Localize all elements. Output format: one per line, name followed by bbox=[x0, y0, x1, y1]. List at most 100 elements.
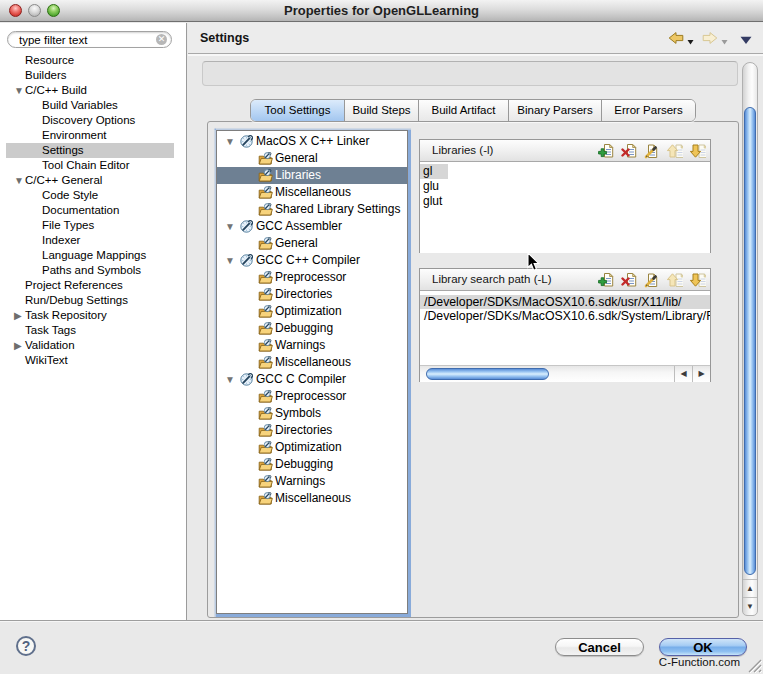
sidebar-item-c-c-build[interactable]: ▼C/C++ Build bbox=[6, 83, 174, 98]
view-menu-icon[interactable] bbox=[740, 31, 752, 49]
horizontal-scrollbar-thumb[interactable] bbox=[426, 368, 549, 380]
sidebar-item-discovery-options[interactable]: Discovery Options bbox=[6, 113, 174, 128]
tool-tree-item-preprocessor[interactable]: Preprocessor bbox=[217, 388, 407, 405]
sidebar-item-run-debug-settings[interactable]: Run/Debug Settings bbox=[6, 293, 174, 308]
move-up-icon[interactable] bbox=[667, 272, 683, 288]
tool-tree-item-general[interactable]: General bbox=[217, 150, 407, 167]
tool-tree-item-optimization[interactable]: Optimization bbox=[217, 303, 407, 320]
edit-icon[interactable] bbox=[644, 143, 660, 159]
footer: ? Cancel OK C-Function.com bbox=[0, 622, 763, 674]
scroll-down-button[interactable]: ▼ bbox=[743, 597, 757, 615]
tool-tree-item-optimization[interactable]: Optimization bbox=[217, 439, 407, 456]
expanded-twistie-icon[interactable]: ▼ bbox=[14, 173, 24, 188]
sidebar-item-project-references[interactable]: Project References bbox=[6, 278, 174, 293]
sidebar-item-settings[interactable]: Settings bbox=[6, 143, 174, 158]
library-item-glut[interactable]: glut bbox=[420, 194, 710, 209]
edit-icon[interactable] bbox=[644, 272, 660, 288]
tool-tree-item-debugging[interactable]: Debugging bbox=[217, 456, 407, 473]
cancel-button[interactable]: Cancel bbox=[555, 638, 644, 656]
tab-tool-settings[interactable]: Tool Settings bbox=[251, 100, 345, 121]
add-icon[interactable] bbox=[598, 143, 614, 159]
delete-icon[interactable] bbox=[621, 272, 637, 288]
forward-arrow-icon[interactable] bbox=[702, 31, 718, 49]
tab-error-parsers[interactable]: Error Parsers bbox=[602, 100, 695, 121]
tool-tree-item-gcc-c-compiler[interactable]: ▼ GCC C Compiler bbox=[217, 371, 407, 388]
category-folder-icon bbox=[258, 152, 273, 165]
resize-grip[interactable] bbox=[746, 657, 762, 673]
tool-tree-item-libraries[interactable]: Libraries bbox=[217, 167, 407, 184]
sidebar-item-wikitext[interactable]: WikiText bbox=[6, 353, 174, 368]
scroll-right-button[interactable]: ▶ bbox=[692, 366, 710, 382]
sidebar-item-validation[interactable]: ▶Validation bbox=[6, 338, 174, 353]
tool-tree-item-shared-library-settings[interactable]: Shared Library Settings bbox=[217, 201, 407, 218]
tab-build-steps[interactable]: Build Steps bbox=[345, 100, 419, 121]
sidebar-item-indexer[interactable]: Indexer bbox=[6, 233, 174, 248]
collapsed-twistie-icon[interactable]: ▶ bbox=[14, 308, 24, 323]
move-up-icon[interactable] bbox=[667, 143, 683, 159]
sidebar-item-resource[interactable]: Resource bbox=[6, 53, 174, 68]
category-folder-icon bbox=[258, 475, 273, 488]
add-icon[interactable] bbox=[598, 272, 614, 288]
expanded-twistie-icon[interactable]: ▼ bbox=[225, 252, 235, 269]
tool-tree-item-gcc-c-compiler[interactable]: ▼ GCC C++ Compiler bbox=[217, 252, 407, 269]
library-item-gl[interactable]: gl bbox=[420, 164, 710, 179]
sidebar-item-file-types[interactable]: File Types bbox=[6, 218, 174, 233]
filter-input[interactable]: type filter text ✕ bbox=[7, 31, 172, 48]
tool-tree-item-general[interactable]: General bbox=[217, 235, 407, 252]
tool-tree-item-preprocessor[interactable]: Preprocessor bbox=[217, 269, 407, 286]
category-folder-icon bbox=[258, 492, 273, 505]
sidebar-item-task-repository[interactable]: ▶Task Repository bbox=[6, 308, 174, 323]
tool-tree-item-gcc-assembler[interactable]: ▼ GCC Assembler bbox=[217, 218, 407, 235]
help-button[interactable]: ? bbox=[16, 636, 36, 656]
tab-build-artifact[interactable]: Build Artifact bbox=[419, 100, 509, 121]
sidebar-item-c-c-general[interactable]: ▼C/C++ General bbox=[6, 173, 174, 188]
tool-tree-item-miscellaneous[interactable]: Miscellaneous bbox=[217, 184, 407, 201]
ok-button[interactable]: OK bbox=[659, 638, 747, 656]
sidebar-item-builders[interactable]: Builders bbox=[6, 68, 174, 83]
search-path-item[interactable]: /Developer/SDKs/MacOSX10.6.sdk/usr/X11/l… bbox=[420, 295, 710, 309]
tool-tree-item-label: Debugging bbox=[275, 320, 333, 337]
forward-menu-icon[interactable] bbox=[721, 31, 728, 49]
sidebar-item-tool-chain-editor[interactable]: Tool Chain Editor bbox=[6, 158, 174, 173]
library-item-glu[interactable]: glu bbox=[420, 179, 710, 194]
sidebar-item-build-variables[interactable]: Build Variables bbox=[6, 98, 174, 113]
tool-tree-item-label: Preprocessor bbox=[275, 388, 346, 405]
expanded-twistie-icon[interactable]: ▼ bbox=[225, 133, 235, 150]
sidebar-item-environment[interactable]: Environment bbox=[6, 128, 174, 143]
tool-tree-item-symbols[interactable]: Symbols bbox=[217, 405, 407, 422]
expanded-twistie-icon[interactable]: ▼ bbox=[14, 83, 24, 98]
tool-tree-item-directories[interactable]: Directories bbox=[217, 286, 407, 303]
titlebar[interactable]: Properties for OpenGLLearning bbox=[0, 0, 763, 22]
vertical-scrollbar-thumb[interactable] bbox=[744, 107, 756, 575]
tool-tree-item-warnings[interactable]: Warnings bbox=[217, 337, 407, 354]
sidebar-item-paths-and-symbols[interactable]: Paths and Symbols bbox=[6, 263, 174, 278]
category-folder-icon bbox=[258, 407, 273, 420]
scroll-left-button[interactable]: ◀ bbox=[674, 366, 692, 382]
sidebar-item-code-style[interactable]: Code Style bbox=[6, 188, 174, 203]
clear-filter-icon[interactable]: ✕ bbox=[156, 34, 167, 45]
tool-tree-item-directories[interactable]: Directories bbox=[217, 422, 407, 439]
tool-tree-item-warnings[interactable]: Warnings bbox=[217, 473, 407, 490]
search-path-item[interactable]: /Developer/SDKs/MacOSX10.6.sdk/System/Li… bbox=[420, 309, 710, 323]
tool-tree-item-miscellaneous[interactable]: Miscellaneous bbox=[217, 354, 407, 371]
expanded-twistie-icon[interactable]: ▼ bbox=[225, 371, 235, 388]
sidebar-item-documentation[interactable]: Documentation bbox=[6, 203, 174, 218]
tab-binary-parsers[interactable]: Binary Parsers bbox=[509, 100, 602, 121]
expanded-twistie-icon[interactable]: ▼ bbox=[225, 218, 235, 235]
tool-tree-item-label: GCC Assembler bbox=[256, 218, 342, 235]
sidebar-item-task-tags[interactable]: Task Tags bbox=[6, 323, 174, 338]
back-arrow-icon[interactable] bbox=[668, 31, 684, 49]
vertical-scrollbar[interactable]: ▲ ▼ bbox=[742, 62, 758, 616]
tool-tree-item-macos-x-c-linker[interactable]: ▼ MacOS X C++ Linker bbox=[217, 133, 407, 150]
sidebar-item-language-mappings[interactable]: Language Mappings bbox=[6, 248, 174, 263]
collapsed-twistie-icon[interactable]: ▶ bbox=[14, 338, 24, 353]
move-down-icon[interactable] bbox=[690, 143, 706, 159]
move-down-icon[interactable] bbox=[690, 272, 706, 288]
tool-tree-item-debugging[interactable]: Debugging bbox=[217, 320, 407, 337]
horizontal-scrollbar[interactable]: ◀ ▶ bbox=[420, 365, 710, 382]
search-path-toolbar bbox=[591, 272, 706, 288]
back-menu-icon[interactable] bbox=[687, 31, 694, 49]
tool-tree-item-miscellaneous[interactable]: Miscellaneous bbox=[217, 490, 407, 507]
scroll-up-button[interactable]: ▲ bbox=[743, 579, 757, 597]
delete-icon[interactable] bbox=[621, 143, 637, 159]
